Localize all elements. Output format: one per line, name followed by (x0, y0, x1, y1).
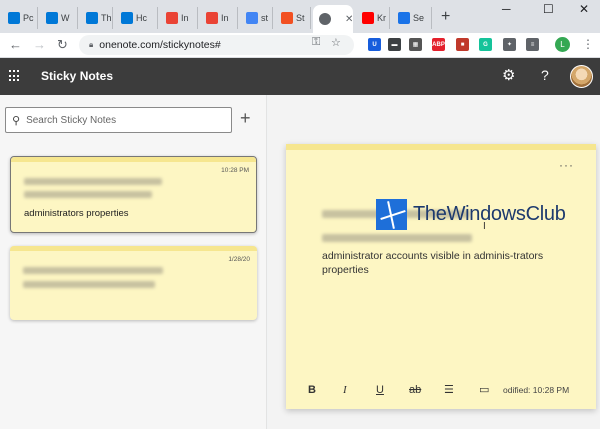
image-icon[interactable]: ▭ (479, 383, 489, 397)
gmail-icon (166, 12, 178, 24)
format-toolbar: B I U ab ☰ ▭ odified: 10:28 PM (305, 383, 590, 399)
windows-logo-icon (376, 199, 407, 230)
modified-timestamp: odified: 10:28 PM (503, 385, 570, 395)
note-preview-text: administrators properties (24, 208, 129, 219)
playlist-icon[interactable]: ≡ (526, 38, 539, 51)
browser-tab[interactable]: In (160, 7, 198, 29)
note-card[interactable]: 10:28 PM administrators properties (10, 156, 257, 233)
key-icon[interactable]: ⚿ (312, 36, 320, 49)
youtube-icon (362, 12, 374, 24)
watermark-text: TheWindowsClub (413, 203, 566, 225)
bookmark-star-icon[interactable]: ☆ (331, 36, 341, 49)
book-icon[interactable]: ■ (456, 38, 469, 51)
help-icon[interactable]: ? (541, 67, 549, 84)
windows-icon (8, 12, 20, 24)
browser-tab[interactable]: Th (80, 7, 113, 29)
maximize-button[interactable]: ☐ (543, 2, 554, 16)
minimize-button[interactable]: ─ (502, 2, 511, 16)
browser-tab[interactable]: st (240, 7, 273, 29)
user-avatar[interactable] (570, 65, 593, 88)
tab-label: Hc (136, 13, 147, 23)
search-input[interactable] (26, 114, 217, 126)
windows-icon (86, 12, 98, 24)
browser-menu-icon[interactable]: ⋮ (582, 37, 594, 51)
google-icon (246, 12, 258, 24)
bitwarden-icon[interactable]: U (368, 38, 381, 51)
tab-label: st (261, 13, 269, 23)
tab-label: In (221, 13, 229, 23)
more-options-icon[interactable]: ··· (559, 158, 574, 172)
browser-tab[interactable]: W (40, 7, 78, 29)
search-box[interactable]: ⚲ (5, 107, 232, 133)
app-launcher-icon[interactable] (9, 70, 21, 82)
browser-tab[interactable]: Kr (356, 7, 390, 29)
notes-list-pane: ⚲ + 10:28 PM administrators properties 1… (0, 95, 267, 429)
tab-label: Pc (23, 13, 34, 23)
globe-icon (319, 13, 331, 25)
search-icon: ⚲ (12, 114, 21, 127)
note-editor[interactable]: ··· I administrator accounts visible in … (286, 144, 596, 409)
lock-icon: 🔒︎ (89, 40, 94, 49)
strikethrough-button[interactable]: ab (409, 383, 421, 397)
settings-gear-icon[interactable]: ⚙ (502, 67, 515, 84)
app-title: Sticky Notes (41, 69, 114, 83)
grid-extension-icon[interactable]: ▦ (409, 38, 422, 51)
tab-label: St (296, 13, 305, 23)
close-tab-icon[interactable]: ✕ (345, 14, 353, 25)
note-timestamp: 10:28 PM (221, 167, 249, 174)
windows-icon (46, 12, 58, 24)
tab-label: In (181, 13, 189, 23)
gmail-icon (206, 12, 218, 24)
browser-tab[interactable]: Se (392, 7, 432, 29)
close-window-button[interactable]: ✕ (579, 2, 589, 16)
grammarly-icon[interactable]: G (479, 38, 492, 51)
note-body-text[interactable]: administrator accounts visible in admini… (322, 249, 562, 277)
browser-tab[interactable]: Pc (2, 7, 38, 29)
bold-button[interactable]: B (308, 383, 316, 397)
adblock-icon[interactable]: ABP (432, 38, 445, 51)
app-header: Sticky Notes ⚙ ? (0, 58, 600, 95)
back-arrow-icon[interactable]: ← (9, 37, 22, 53)
tab-label: Kr (377, 13, 386, 23)
url-text: onenote.com/stickynotes# (99, 39, 221, 51)
browser-tab[interactable]: ✕ (313, 5, 353, 33)
bullet-list-icon[interactable]: ☰ (444, 383, 454, 397)
underline-button[interactable]: U (376, 383, 384, 397)
browser-toolbar: ← → ↻ 🔒︎ onenote.com/stickynotes# ⚿ ☆ U ▬… (0, 33, 600, 58)
tab-label: Se (413, 13, 425, 23)
italic-button[interactable]: I (343, 383, 347, 397)
browser-tab[interactable]: Hc (115, 7, 158, 29)
browser-tab-strip: Pc W Th Hc In In st St ✕ Kr Se + ─ ☐ ✕ (0, 0, 600, 33)
browser-tab[interactable]: St (275, 7, 311, 29)
puzzle-icon[interactable]: ✦ (503, 38, 516, 51)
settings-icon (398, 12, 410, 24)
microsoft-icon (281, 12, 293, 24)
forward-arrow-icon[interactable]: → (33, 37, 46, 53)
screen-icon[interactable]: ▬ (388, 38, 401, 51)
tab-label: W (61, 13, 70, 23)
browser-tab[interactable]: In (200, 7, 238, 29)
note-timestamp: 1/28/20 (228, 256, 250, 263)
thewindowsclub-watermark: TheWindowsClub (376, 199, 566, 230)
new-tab-button[interactable]: + (441, 8, 450, 26)
reload-icon[interactable]: ↻ (57, 37, 68, 53)
add-note-button[interactable]: + (240, 109, 251, 127)
tab-label: Th (101, 13, 112, 23)
note-card[interactable]: 1/28/20 (10, 246, 257, 320)
windows-icon (121, 12, 133, 24)
profile-avatar[interactable]: L (555, 37, 570, 52)
